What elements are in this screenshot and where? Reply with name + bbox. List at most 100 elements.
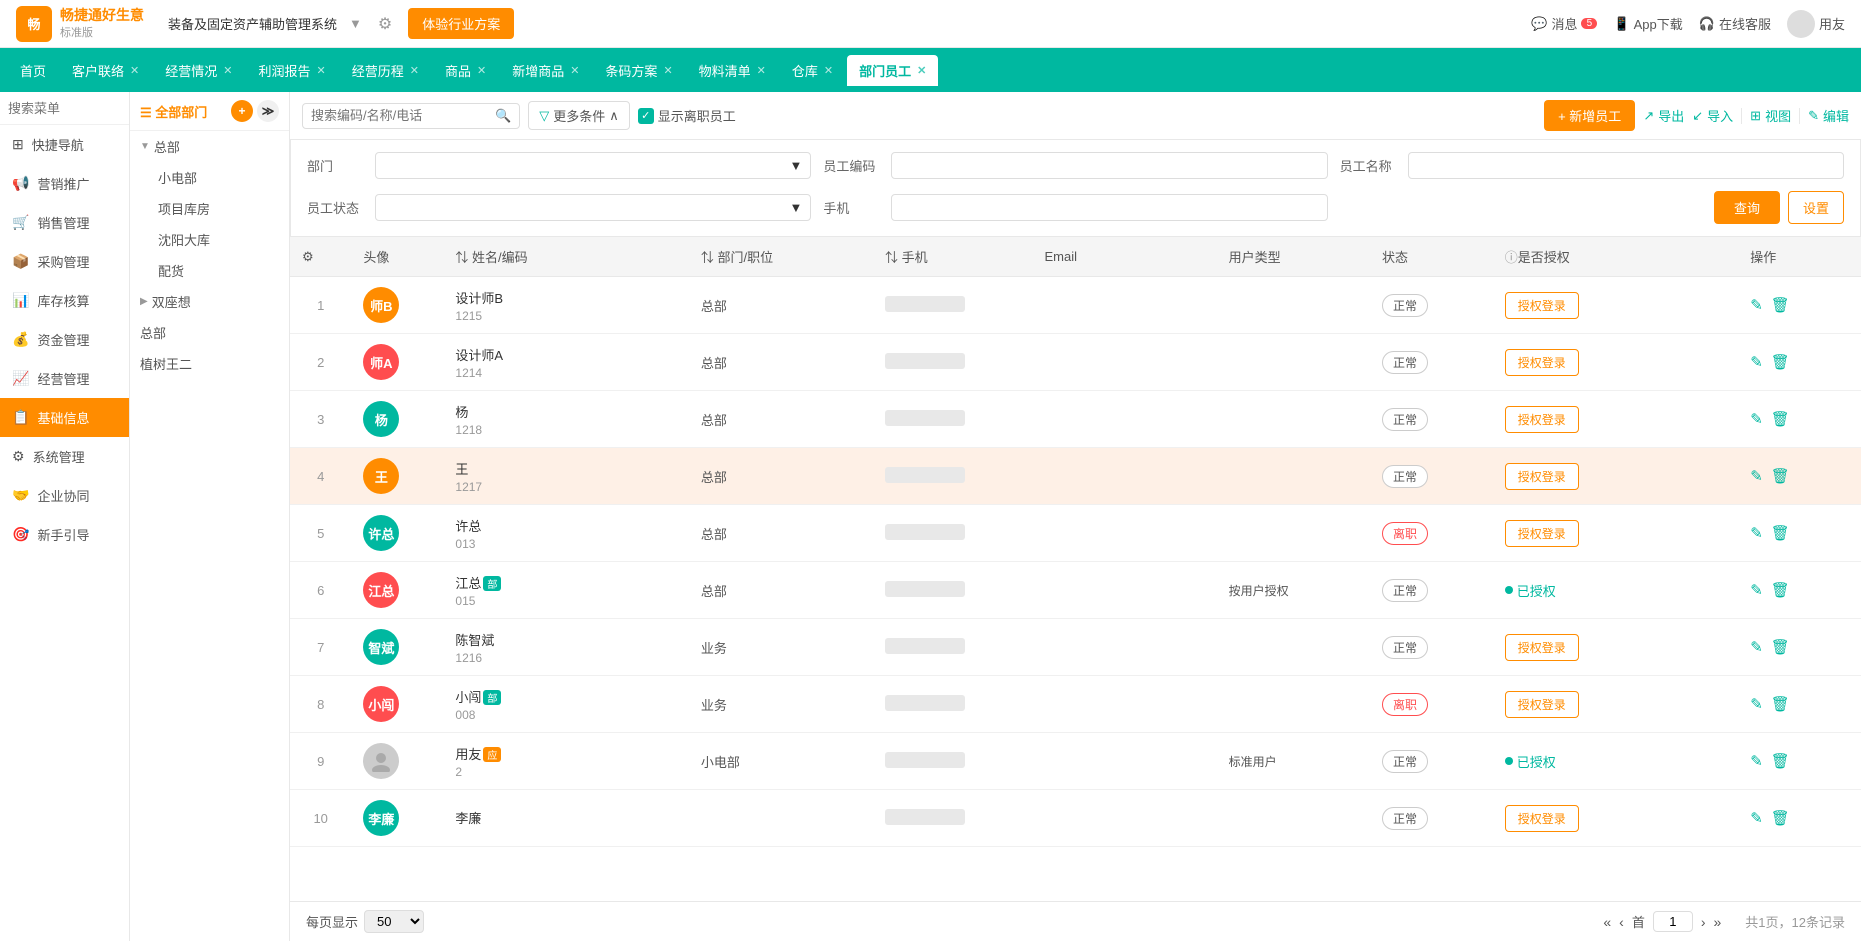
customer-close-icon[interactable]: ✕ bbox=[130, 64, 139, 77]
sidebar-item-system[interactable]: ⚙ 系统管理 bbox=[0, 437, 129, 476]
row-delete-button[interactable]: 🗑 bbox=[1771, 695, 1790, 713]
dept-tree-small-elec[interactable]: 小电部 bbox=[130, 162, 289, 193]
row-edit-button[interactable]: ✎ bbox=[1750, 467, 1763, 485]
goods-close-icon[interactable]: ✕ bbox=[477, 64, 486, 77]
dept-tree-double-think[interactable]: ▶ 双座想 bbox=[130, 286, 289, 317]
nav-barcode[interactable]: 条码方案 ✕ bbox=[593, 55, 684, 86]
auth-login-button[interactable]: 授权登录 bbox=[1505, 520, 1579, 547]
nav-material[interactable]: 物料清单 ✕ bbox=[687, 55, 778, 86]
nav-warehouse[interactable]: 仓库 ✕ bbox=[780, 55, 845, 86]
row-edit-button[interactable]: ✎ bbox=[1750, 695, 1763, 713]
auth-login-button[interactable]: 授权登录 bbox=[1505, 691, 1579, 718]
row-delete-button[interactable]: 🗑 bbox=[1771, 296, 1790, 314]
message-btn[interactable]: 💬 消息 5 bbox=[1531, 14, 1597, 33]
auth-login-button[interactable]: 授权登录 bbox=[1505, 805, 1579, 832]
row-edit-button[interactable]: ✎ bbox=[1750, 410, 1763, 428]
row-edit-button[interactable]: ✎ bbox=[1750, 752, 1763, 770]
sidebar-item-operations[interactable]: 📈 经营管理 bbox=[0, 359, 129, 398]
nav-home[interactable]: 首页 bbox=[8, 55, 58, 86]
filter-emp-name-input[interactable] bbox=[1408, 152, 1844, 179]
add-employee-button[interactable]: + 新增员工 bbox=[1544, 100, 1635, 131]
sidebar-item-sales[interactable]: 🛒 销售管理 bbox=[0, 203, 129, 242]
nav-economy[interactable]: 经营情况 ✕ bbox=[153, 55, 244, 86]
filter-status-select[interactable]: ▼ bbox=[375, 194, 811, 221]
show-resigned-toggle[interactable]: ✓ 显示离职员工 bbox=[638, 106, 736, 125]
filter-emp-code-input[interactable] bbox=[891, 152, 1327, 179]
first-page-btn[interactable]: « bbox=[1603, 914, 1611, 930]
barcode-close-icon[interactable]: ✕ bbox=[663, 64, 672, 77]
nav-process[interactable]: 经营历程 ✕ bbox=[340, 55, 431, 86]
sidebar-item-finance[interactable]: 💰 资金管理 bbox=[0, 320, 129, 359]
online-service-btn[interactable]: 🎧 在线客服 bbox=[1699, 14, 1771, 33]
economy-close-icon[interactable]: ✕ bbox=[223, 64, 232, 77]
auth-login-button[interactable]: 授权登录 bbox=[1505, 634, 1579, 661]
row-edit-button[interactable]: ✎ bbox=[1750, 353, 1763, 371]
material-close-icon[interactable]: ✕ bbox=[757, 64, 766, 77]
sidebar-item-newbie[interactable]: 🎯 新手引导 bbox=[0, 515, 129, 554]
auth-login-button[interactable]: 授权登录 bbox=[1505, 349, 1579, 376]
sidebar-item-inventory[interactable]: 📊 库存核算 bbox=[0, 281, 129, 320]
reset-button[interactable]: 设置 bbox=[1788, 191, 1844, 224]
row-delete-button[interactable]: 🗑 bbox=[1771, 638, 1790, 656]
export-button[interactable]: ↗ 导出 bbox=[1643, 106, 1684, 125]
edit-button[interactable]: ✎ 编辑 bbox=[1808, 106, 1849, 125]
warehouse-close-icon[interactable]: ✕ bbox=[824, 64, 833, 77]
query-button[interactable]: 查询 bbox=[1714, 191, 1780, 224]
row-delete-button[interactable]: 🗑 bbox=[1771, 353, 1790, 371]
add-goods-close-icon[interactable]: ✕ bbox=[570, 64, 579, 77]
page-size-select[interactable]: 50 100 bbox=[364, 910, 424, 933]
sidebar-item-basic-info[interactable]: 📋 基础信息 bbox=[0, 398, 129, 437]
row-edit-button[interactable]: ✎ bbox=[1750, 581, 1763, 599]
sidebar-item-quick-nav[interactable]: ⊞ 快捷导航 bbox=[0, 125, 129, 164]
user-area[interactable]: 用友 bbox=[1787, 10, 1845, 38]
dept-tree-delivery[interactable]: 配货 bbox=[130, 255, 289, 286]
sys-title-dropdown-icon[interactable]: ▼ bbox=[349, 16, 362, 31]
auth-login-button[interactable]: 授权登录 bbox=[1505, 463, 1579, 490]
trial-button[interactable]: 体验行业方案 bbox=[408, 8, 514, 39]
row-delete-button[interactable]: 🗑 bbox=[1771, 752, 1790, 770]
row-delete-button[interactable]: 🗑 bbox=[1771, 524, 1790, 542]
dept-tree-project-room[interactable]: 项目库房 bbox=[130, 193, 289, 224]
dept-add-btn[interactable]: + bbox=[231, 100, 253, 122]
row-edit-button[interactable]: ✎ bbox=[1750, 524, 1763, 542]
page-number-input[interactable] bbox=[1653, 911, 1693, 932]
col-settings[interactable]: ⚙ bbox=[290, 237, 351, 277]
sidebar-item-enterprise[interactable]: 🤝 企业协同 bbox=[0, 476, 129, 515]
process-close-icon[interactable]: ✕ bbox=[410, 64, 419, 77]
dept-tree-plant-king[interactable]: 植树王二 bbox=[130, 348, 289, 379]
sidebar-item-marketing[interactable]: 📢 营销推广 bbox=[0, 164, 129, 203]
dept-staff-close-icon[interactable]: ✕ bbox=[917, 64, 926, 77]
import-button[interactable]: ↙ 导入 bbox=[1692, 106, 1733, 125]
row-delete-button[interactable]: 🗑 bbox=[1771, 809, 1790, 827]
row-edit-button[interactable]: ✎ bbox=[1750, 638, 1763, 656]
row-delete-button[interactable]: 🗑 bbox=[1771, 410, 1790, 428]
search-input[interactable] bbox=[311, 108, 491, 123]
row-edit-button[interactable]: ✎ bbox=[1750, 809, 1763, 827]
filter-more-btn[interactable]: ▽ 更多条件 ∧ bbox=[528, 101, 630, 130]
sidebar-item-purchase[interactable]: 📦 采购管理 bbox=[0, 242, 129, 281]
auth-login-button[interactable]: 授权登录 bbox=[1505, 406, 1579, 433]
nav-customer[interactable]: 客户联络 ✕ bbox=[60, 55, 151, 86]
view-button[interactable]: ⊞ 视图 bbox=[1750, 106, 1791, 125]
col-name[interactable]: ⇅ 姓名/编码 bbox=[443, 237, 688, 277]
row-edit-button[interactable]: ✎ bbox=[1750, 296, 1763, 314]
nav-goods[interactable]: 商品 ✕ bbox=[433, 55, 498, 86]
auth-login-button[interactable]: 授权登录 bbox=[1505, 292, 1579, 319]
gear-icon[interactable]: ⚙ bbox=[378, 14, 392, 34]
dept-tree-shenyang[interactable]: 沈阳大库 bbox=[130, 224, 289, 255]
row-delete-button[interactable]: 🗑 bbox=[1771, 467, 1790, 485]
col-phone[interactable]: ⇅ 手机 bbox=[873, 237, 1033, 277]
next-page-btn[interactable]: › bbox=[1701, 914, 1706, 930]
dept-tree-hq2[interactable]: 总部 bbox=[130, 317, 289, 348]
nav-profit[interactable]: 利润报告 ✕ bbox=[246, 55, 337, 86]
sidebar-search-input[interactable] bbox=[8, 101, 130, 116]
prev-page-btn[interactable]: ‹ bbox=[1619, 914, 1624, 930]
profit-close-icon[interactable]: ✕ bbox=[317, 64, 326, 77]
row-delete-button[interactable]: 🗑 bbox=[1771, 581, 1790, 599]
filter-phone-input[interactable] bbox=[891, 194, 1327, 221]
col-dept[interactable]: ⇅ 部门/职位 bbox=[689, 237, 873, 277]
dept-tree-hq-parent[interactable]: ▼ 总部 bbox=[130, 131, 289, 162]
nav-add-goods[interactable]: 新增商品 ✕ bbox=[500, 55, 591, 86]
last-page-btn[interactable]: » bbox=[1714, 914, 1722, 930]
nav-dept-staff[interactable]: 部门员工 ✕ bbox=[847, 55, 938, 86]
